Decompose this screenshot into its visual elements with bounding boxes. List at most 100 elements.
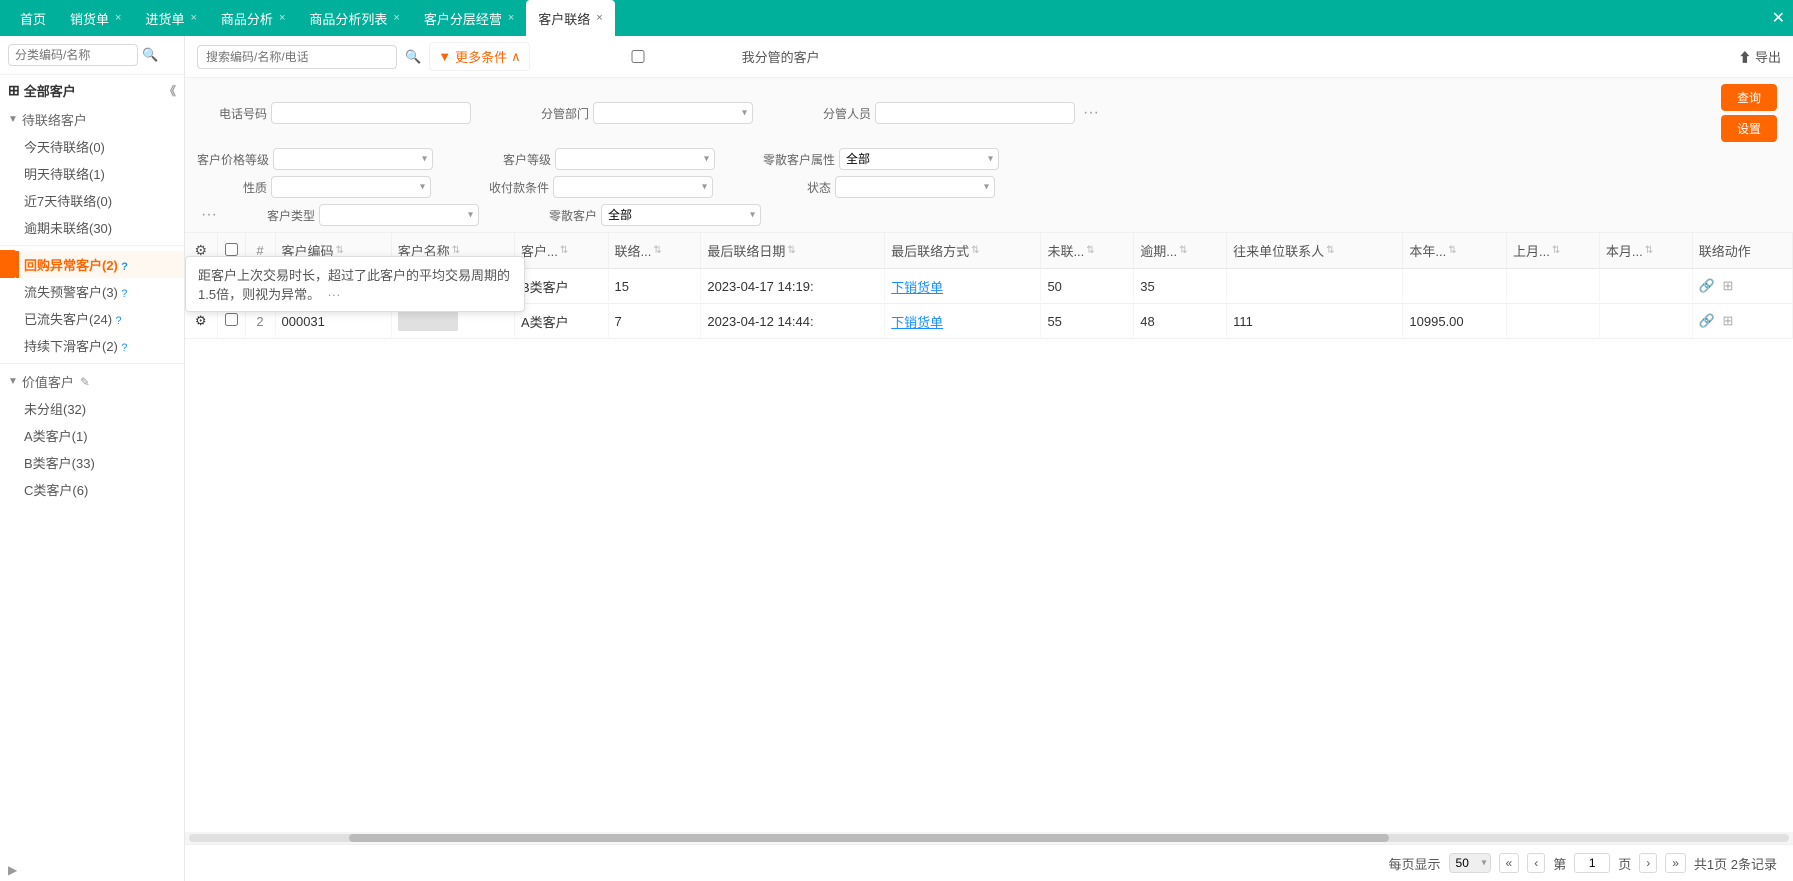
nav-product-analysis-list[interactable]: 商品分析列表 × xyxy=(297,0,411,36)
row-this-month xyxy=(1599,304,1692,339)
sidebar-item-b-class[interactable]: B类客户(33) xyxy=(0,449,184,476)
status-select[interactable] xyxy=(835,176,995,198)
action-grid-icon[interactable]: ⊞ xyxy=(1723,313,1734,328)
lost-predicted-info-icon[interactable]: ? xyxy=(121,288,127,300)
page-num-input[interactable] xyxy=(1574,853,1610,873)
col-overdue[interactable]: 逾期...⇅ xyxy=(1134,233,1227,269)
value-customer-group[interactable]: ▼ 价值客户 ✎ xyxy=(0,368,184,395)
person-input[interactable] xyxy=(875,102,1075,124)
grid-icon: ⊞ xyxy=(8,82,20,99)
gender-label: 性质 xyxy=(197,179,267,196)
action-link-icon[interactable]: 🔗 xyxy=(1699,278,1715,293)
sidebar-item-repeat-abnormal[interactable]: 回购异常客户(2) ? xyxy=(16,251,184,278)
sidebar-item-c-class[interactable]: C类客户(6) xyxy=(0,476,184,503)
col-contact[interactable]: 联络...⇅ xyxy=(608,233,701,269)
my-customer-checkbox[interactable] xyxy=(538,50,738,63)
sidebar-item-lost-predicted[interactable]: 流失预警客户(3) ? xyxy=(0,278,184,305)
sort-icon-category: ⇅ xyxy=(560,245,568,256)
nav-sales-order[interactable]: 销货单 × xyxy=(58,0,133,36)
nav-customer-contact[interactable]: 客户联络 × xyxy=(526,0,614,36)
sidebar-bottom-arrow[interactable]: ▶ xyxy=(8,863,17,877)
price-grade-field: 客户价格等级 xyxy=(197,148,433,170)
sidebar-search-input[interactable] xyxy=(8,44,138,66)
already-lost-info-icon[interactable]: ? xyxy=(115,315,121,327)
col-category[interactable]: 客户...⇅ xyxy=(515,233,609,269)
nav-purchase-order[interactable]: 进货单 × xyxy=(133,0,208,36)
sidebar-item-a-class[interactable]: A类客户(1) xyxy=(0,422,184,449)
sidebar-item-overdue[interactable]: 逾期未联络(30) xyxy=(0,214,184,241)
retail-attr-select[interactable]: 全部 xyxy=(839,148,999,170)
value-customer-edit-icon[interactable]: ✎ xyxy=(80,375,90,389)
close-purchase-order[interactable]: × xyxy=(190,12,196,24)
nav-customer-tier[interactable]: 客户分层经营 × xyxy=(412,0,526,36)
repeat-abnormal-row: 回购异常客户(2) ? xyxy=(0,250,184,278)
next-page-btn[interactable]: › xyxy=(1639,853,1657,873)
last-page-btn[interactable]: » xyxy=(1665,853,1686,873)
customer-type-select[interactable] xyxy=(319,204,479,226)
row-last-contact-method[interactable]: 下销货单 xyxy=(885,269,1041,304)
more-dots-btn[interactable]: ··· xyxy=(201,206,217,224)
action-grid-icon[interactable]: ⊞ xyxy=(1723,278,1734,293)
pending-contact-group[interactable]: ▼ 待联络客户 xyxy=(0,106,184,133)
row-last-contact-method[interactable]: 下销货单 xyxy=(885,304,1041,339)
col-this-year[interactable]: 本年...⇅ xyxy=(1403,233,1507,269)
pagination: 每页显示 50 « ‹ 第 页 › » 共1页 2条记录 xyxy=(185,844,1793,881)
retail-customer-select[interactable]: 全部 xyxy=(601,204,761,226)
row-action[interactable]: 🔗 ⊞ xyxy=(1692,269,1792,304)
gender-select[interactable] xyxy=(271,176,431,198)
search-icon[interactable]: 🔍 xyxy=(405,49,421,65)
sort-icon-code: ⇅ xyxy=(336,245,344,256)
export-btn[interactable]: ⬆ 导出 xyxy=(1738,47,1781,66)
tooltip-dots[interactable]: ··· xyxy=(327,287,340,302)
close-customer-tier[interactable]: × xyxy=(508,12,514,24)
col-last-contact-method[interactable]: 最后联络方式⇅ xyxy=(885,233,1041,269)
close-product-analysis[interactable]: × xyxy=(279,12,285,24)
close-sales-order[interactable]: × xyxy=(115,12,121,24)
person-dots-btn[interactable]: ··· xyxy=(1083,104,1099,122)
customer-grade-select[interactable] xyxy=(555,148,715,170)
my-customer-checkbox-area[interactable]: 我分管的客户 xyxy=(538,47,820,66)
content-area: 距客户上次交易时长，超过了此客户的平均交易周期的1.5倍，则视为异常。 ··· … xyxy=(185,36,1793,881)
sidebar-collapse-btn[interactable]: 《 xyxy=(164,82,176,99)
col-from-unit[interactable]: 往来单位联系人⇅ xyxy=(1227,233,1403,269)
first-page-btn[interactable]: « xyxy=(1499,853,1520,873)
col-last-month[interactable]: 上月...⇅ xyxy=(1507,233,1600,269)
close-customer-contact[interactable]: × xyxy=(596,12,602,24)
status-label: 状态 xyxy=(761,179,831,196)
close-product-analysis-list[interactable]: × xyxy=(393,12,399,24)
sidebar-item-tomorrow[interactable]: 明天待联络(1) xyxy=(0,160,184,187)
phone-input[interactable] xyxy=(271,102,471,124)
page-size-select[interactable]: 50 xyxy=(1449,853,1491,873)
col-this-month[interactable]: 本月...⇅ xyxy=(1599,233,1692,269)
prev-page-btn[interactable]: ‹ xyxy=(1527,853,1545,873)
nav-product-analysis[interactable]: 商品分析 × xyxy=(209,0,297,36)
more-conditions-btn[interactable]: ▼ 更多条件 ∧ xyxy=(429,42,529,71)
sidebar-search-icon[interactable]: 🔍 xyxy=(142,47,158,63)
price-grade-select[interactable] xyxy=(273,148,433,170)
action-link-icon[interactable]: 🔗 xyxy=(1699,313,1715,328)
sidebar-item-7days[interactable]: 近7天待联络(0) xyxy=(0,187,184,214)
repeat-abnormal-info-icon[interactable]: ? xyxy=(121,261,128,273)
phone-label: 电话号码 xyxy=(197,105,267,122)
sidebar-item-today[interactable]: 今天待联络(0) xyxy=(0,133,184,160)
settings-btn[interactable]: 设置 xyxy=(1721,115,1777,142)
col-last-contact-date[interactable]: 最后联络日期⇅ xyxy=(701,233,885,269)
sidebar-item-already-lost[interactable]: 已流失客户(24) ? xyxy=(0,305,184,332)
select-all-checkbox[interactable] xyxy=(225,243,238,256)
continuing-down-info-icon[interactable]: ? xyxy=(121,342,127,354)
close-all-btn[interactable]: ✕ xyxy=(1772,8,1785,28)
table-area: ⚙ # 客户编码⇅ 客户名称⇅ 客户...⇅ xyxy=(185,233,1793,832)
scrollbar-thumb[interactable] xyxy=(349,834,1389,842)
chevron-up-icon: ∧ xyxy=(511,49,521,65)
sidebar-item-continuing-down[interactable]: 持续下滑客户(2) ? xyxy=(0,332,184,359)
query-btn[interactable]: 查询 xyxy=(1721,84,1777,111)
sidebar-item-ungrouped[interactable]: 未分组(32) xyxy=(0,395,184,422)
col-not-contact[interactable]: 未联...⇅ xyxy=(1041,233,1134,269)
search-input[interactable] xyxy=(197,45,397,69)
pay-cond-select[interactable] xyxy=(553,176,713,198)
nav-home[interactable]: 首页 xyxy=(8,0,58,36)
row-action[interactable]: 🔗 ⊞ xyxy=(1692,304,1792,339)
horizontal-scrollbar[interactable] xyxy=(185,832,1793,844)
dept-select[interactable] xyxy=(593,102,753,124)
customer-grade-label: 客户等级 xyxy=(481,151,551,168)
